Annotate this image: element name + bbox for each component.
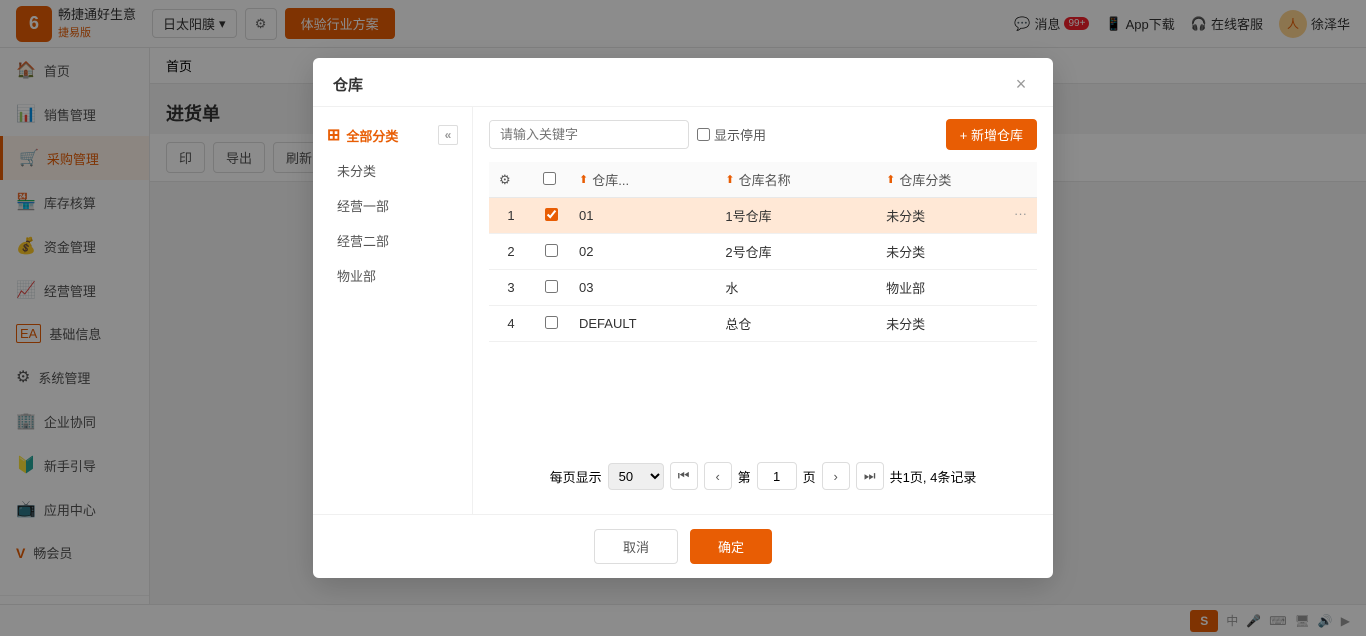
- select-all-checkbox[interactable]: [543, 172, 556, 185]
- modal-footer: 取消 确定: [313, 514, 1053, 578]
- sort-icon: ⬆: [579, 173, 588, 186]
- row-code-cell: 03: [569, 270, 715, 306]
- table-row[interactable]: 1 01 1号仓库 未分类 ···: [489, 198, 1037, 234]
- page-input[interactable]: [757, 462, 797, 490]
- row-action-dots[interactable]: ···: [1014, 206, 1027, 221]
- row-gear-cell: 2: [489, 234, 533, 270]
- row-checkbox-cell: [533, 270, 569, 306]
- modal-body: ⊞ 全部分类 « 未分类 经营一部 经营二部 物业部: [313, 107, 1053, 514]
- sort-icon: ⬆: [886, 173, 895, 186]
- search-button[interactable]: 🔍: [686, 126, 689, 143]
- row-name-cell: 水: [715, 270, 876, 306]
- total-info: 共1页, 4条记录: [890, 467, 977, 486]
- collapse-button[interactable]: «: [438, 125, 458, 145]
- col-header-gear: ⚙: [489, 162, 533, 198]
- col-header-category: ⬆ 仓库分类: [876, 162, 1037, 198]
- last-page-button[interactable]: ⏭: [856, 462, 884, 490]
- row-checkbox-cell: [533, 198, 569, 234]
- row-gear-cell: 4: [489, 306, 533, 342]
- row-checkbox[interactable]: [545, 316, 558, 329]
- row-gear-cell: 1: [489, 198, 533, 234]
- category-item-unclassified[interactable]: 未分类: [313, 153, 472, 188]
- page-label: 第: [738, 467, 751, 486]
- row-code-cell: 01: [569, 198, 715, 234]
- row-name-cell: 2号仓库: [715, 234, 876, 270]
- category-panel: ⊞ 全部分类 « 未分类 经营一部 经营二部 物业部: [313, 107, 473, 514]
- add-warehouse-button[interactable]: + 新增仓库: [946, 119, 1037, 150]
- grid-icon: ⊞: [327, 125, 340, 145]
- modal-content-area: 🔍 显示停用 + 新增仓库 ⚙: [473, 107, 1053, 514]
- all-categories-label: 全部分类: [346, 126, 398, 145]
- all-categories-button[interactable]: ⊞ 全部分类 «: [313, 117, 472, 153]
- row-checkbox[interactable]: [545, 208, 558, 221]
- category-item-dept2[interactable]: 经营二部: [313, 223, 472, 258]
- row-category-cell: 未分类: [876, 306, 1037, 342]
- col-header-name: ⬆ 仓库名称: [715, 162, 876, 198]
- category-item-property[interactable]: 物业部: [313, 258, 472, 293]
- pagination-area: 每页显示 50 20 100 ⏮ ‹ 第 页 › ⏭ 共1页, 4条记录: [489, 450, 1037, 502]
- table-row[interactable]: 4 DEFAULT 总仓 未分类: [489, 306, 1037, 342]
- row-code-cell: DEFAULT: [569, 306, 715, 342]
- show-disabled-checkbox[interactable]: [697, 128, 710, 141]
- next-page-button[interactable]: ›: [822, 462, 850, 490]
- first-page-button[interactable]: ⏮: [670, 462, 698, 490]
- row-checkbox[interactable]: [545, 244, 558, 257]
- prev-page-button[interactable]: ‹: [704, 462, 732, 490]
- row-category-cell: 未分类: [876, 234, 1037, 270]
- row-checkbox[interactable]: [545, 280, 558, 293]
- row-name-cell: 1号仓库: [715, 198, 876, 234]
- show-disabled-label[interactable]: 显示停用: [697, 125, 766, 144]
- search-box: 🔍: [489, 120, 689, 149]
- col-header-code: ⬆ 仓库...: [569, 162, 715, 198]
- row-category-cell: 物业部: [876, 270, 1037, 306]
- cancel-button[interactable]: 取消: [594, 529, 678, 564]
- page-unit: 页: [803, 467, 816, 486]
- warehouse-modal: 仓库 × ⊞ 全部分类 « 未分类 经营一部 经营二部: [313, 58, 1053, 578]
- modal-overlay: 仓库 × ⊞ 全部分类 « 未分类 经营一部 经营二部: [0, 0, 1366, 636]
- row-code-cell: 02: [569, 234, 715, 270]
- page-size-label: 每页显示: [550, 467, 602, 486]
- modal-close-button[interactable]: ×: [1009, 72, 1033, 96]
- modal-toolbar: 🔍 显示停用 + 新增仓库: [489, 119, 1037, 150]
- sort-icon: ⬆: [725, 173, 734, 186]
- row-name-cell: 总仓: [715, 306, 876, 342]
- row-checkbox-cell: [533, 234, 569, 270]
- table-row[interactable]: 3 03 水 物业部: [489, 270, 1037, 306]
- row-gear-cell: 3: [489, 270, 533, 306]
- confirm-button[interactable]: 确定: [690, 529, 772, 564]
- table-header-row: ⚙ ⬆ 仓库...: [489, 162, 1037, 198]
- col-header-checkbox: [533, 162, 569, 198]
- modal-title: 仓库: [333, 74, 363, 95]
- search-input[interactable]: [490, 121, 686, 148]
- table-row[interactable]: 2 02 2号仓库 未分类: [489, 234, 1037, 270]
- row-checkbox-cell: [533, 306, 569, 342]
- warehouse-table: ⚙ ⬆ 仓库...: [489, 162, 1037, 342]
- page-size-select[interactable]: 50 20 100: [608, 463, 664, 490]
- row-category-cell: 未分类 ···: [876, 198, 1037, 234]
- modal-header: 仓库 ×: [313, 58, 1053, 107]
- category-item-dept1[interactable]: 经营一部: [313, 188, 472, 223]
